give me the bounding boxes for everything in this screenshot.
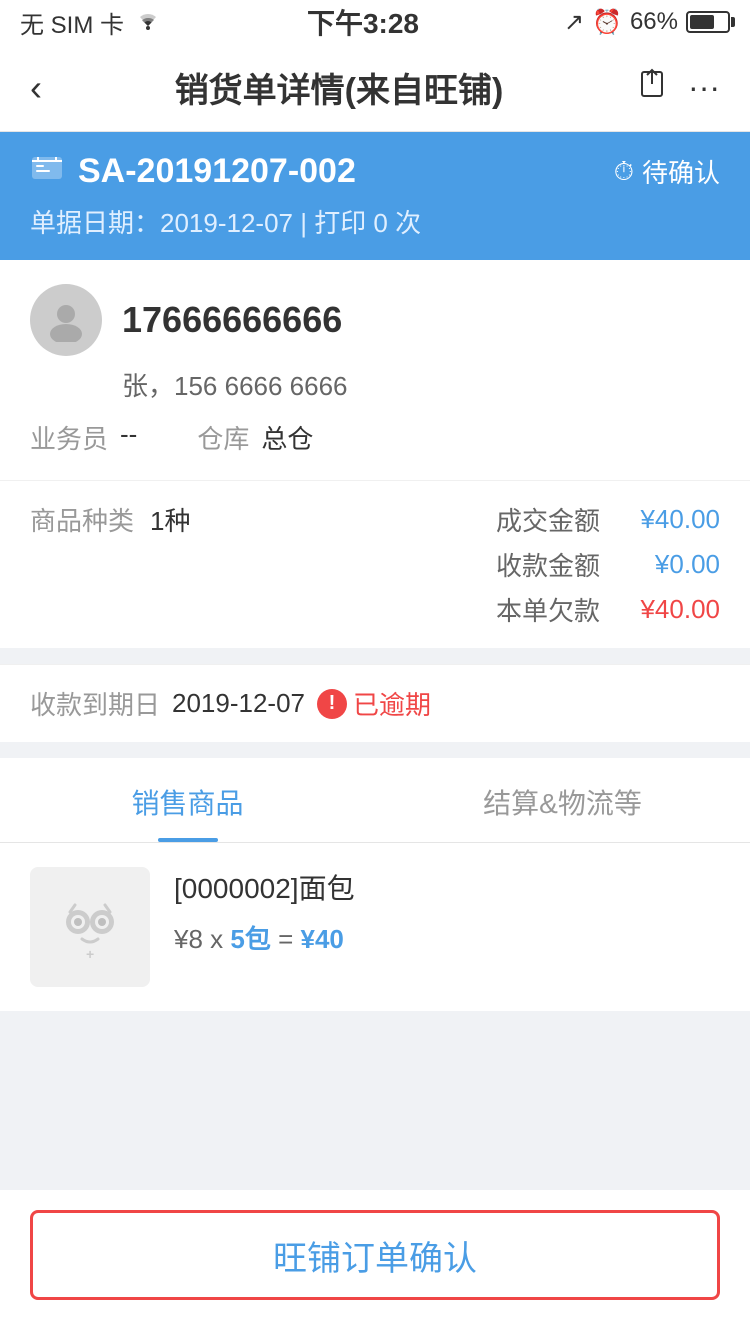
tab-settlement[interactable]: 结算&物流等	[375, 758, 750, 842]
order-header: SA-20191207-002 ⏱ 待确认 单据日期：2019-12-07 | …	[0, 132, 750, 260]
alarm-icon: ⏰	[592, 8, 622, 37]
status-left: 无 SIM 卡	[20, 5, 162, 40]
warehouse-value: 总仓	[261, 419, 313, 456]
order-id: SA-20191207-002	[78, 152, 356, 191]
svg-text:+: +	[86, 946, 94, 962]
product-types: 商品种类 1种	[30, 501, 190, 538]
order-icon	[30, 153, 64, 191]
amount-label-2: 本单欠款	[496, 591, 600, 628]
customer-info-row: 业务员 -- 仓库 总仓	[30, 419, 720, 456]
amount-row-2: 本单欠款 ¥40.00	[496, 591, 720, 628]
customer-phone: 17666666666	[122, 299, 342, 341]
amount-value-0: ¥40.00	[620, 504, 720, 535]
customer-name: 张，156 6666 6666	[122, 366, 720, 403]
equals-text: =	[278, 924, 293, 954]
product-section: + [0000002]面包 ¥8 x 5包 = ¥40	[0, 843, 750, 1011]
order-status: ⏱ 待确认	[614, 153, 720, 190]
status-right: ↗ ⏰ 66%	[564, 8, 730, 37]
tab-products[interactable]: 销售商品	[0, 758, 375, 842]
confirm-order-button[interactable]: 旺铺订单确认	[30, 1210, 720, 1300]
overdue-badge: ! 已逾期	[317, 685, 431, 722]
due-date-section: 收款到期日 2019-12-07 ! 已逾期	[0, 664, 750, 742]
amount-value-2: ¥40.00	[620, 594, 720, 625]
product-types-value: 1种	[150, 501, 190, 538]
due-date-label: 收款到期日	[30, 685, 160, 722]
nav-actions: ···	[636, 68, 720, 108]
confirm-btn-wrapper: 旺铺订单确认	[0, 1190, 750, 1334]
financial-section: 商品种类 1种 成交金额 ¥40.00 收款金额 ¥0.00 本单欠款 ¥40.…	[0, 481, 750, 648]
customer-section: 17666666666 张，156 6666 6666 业务员 -- 仓库 总仓	[0, 260, 750, 480]
status-clock-icon: ⏱	[614, 156, 634, 188]
sales-rep-label: 业务员	[30, 419, 108, 456]
product-thumbnail: +	[30, 867, 150, 987]
order-id-row: SA-20191207-002 ⏱ 待确认	[30, 152, 720, 191]
back-button[interactable]: ‹	[30, 67, 42, 109]
share-icon[interactable]	[636, 68, 668, 108]
sales-rep: 业务员 --	[30, 419, 137, 456]
battery-icon	[686, 11, 730, 33]
amount-label-1: 收款金额	[496, 546, 600, 583]
tabs-header: 销售商品 结算&物流等	[0, 758, 750, 843]
due-date-value: 2019-12-07	[172, 688, 305, 719]
total-price: ¥40	[301, 924, 344, 954]
carrier-text: 无 SIM 卡	[20, 5, 124, 40]
tabs-section: 销售商品 结算&物流等 + [0000002]面包	[0, 758, 750, 1011]
more-icon[interactable]: ···	[688, 69, 720, 106]
product-price: ¥8 x 5包 = ¥40	[174, 919, 720, 956]
product-name: [0000002]面包	[174, 867, 720, 907]
overdue-text: 已逾期	[353, 685, 431, 722]
product-types-label: 商品种类	[30, 501, 134, 538]
quantity-text: 5包	[230, 924, 270, 954]
amount-label-0: 成交金额	[496, 501, 600, 538]
battery-percent: 66%	[630, 8, 678, 36]
financial-amounts: 成交金额 ¥40.00 收款金额 ¥0.00 本单欠款 ¥40.00	[496, 501, 720, 628]
order-date-row: 单据日期：2019-12-07 | 打印 0 次	[30, 203, 720, 240]
product-info: [0000002]面包 ¥8 x 5包 = ¥40	[174, 867, 720, 956]
avatar	[30, 284, 102, 356]
price-text: ¥8 x	[174, 924, 223, 954]
overdue-icon: !	[317, 689, 347, 719]
nav-bar: ‹ 销货单详情(来自旺铺) ···	[0, 44, 750, 132]
amount-value-1: ¥0.00	[620, 549, 720, 580]
status-text: 待确认	[642, 153, 720, 190]
location-icon: ↗	[564, 8, 584, 37]
page-title: 销货单详情(来自旺铺)	[175, 63, 504, 112]
sales-rep-value: --	[120, 419, 137, 456]
warehouse-label: 仓库	[197, 419, 249, 456]
amount-row-1: 收款金额 ¥0.00	[496, 546, 720, 583]
wifi-icon	[134, 8, 162, 37]
amount-row-0: 成交金额 ¥40.00	[496, 501, 720, 538]
customer-row: 17666666666	[30, 284, 720, 356]
status-time: 下午3:28	[307, 2, 419, 42]
product-item: + [0000002]面包 ¥8 x 5包 = ¥40	[30, 867, 720, 987]
warehouse: 仓库 总仓	[197, 419, 313, 456]
status-bar: 无 SIM 卡 下午3:28 ↗ ⏰ 66%	[0, 0, 750, 44]
